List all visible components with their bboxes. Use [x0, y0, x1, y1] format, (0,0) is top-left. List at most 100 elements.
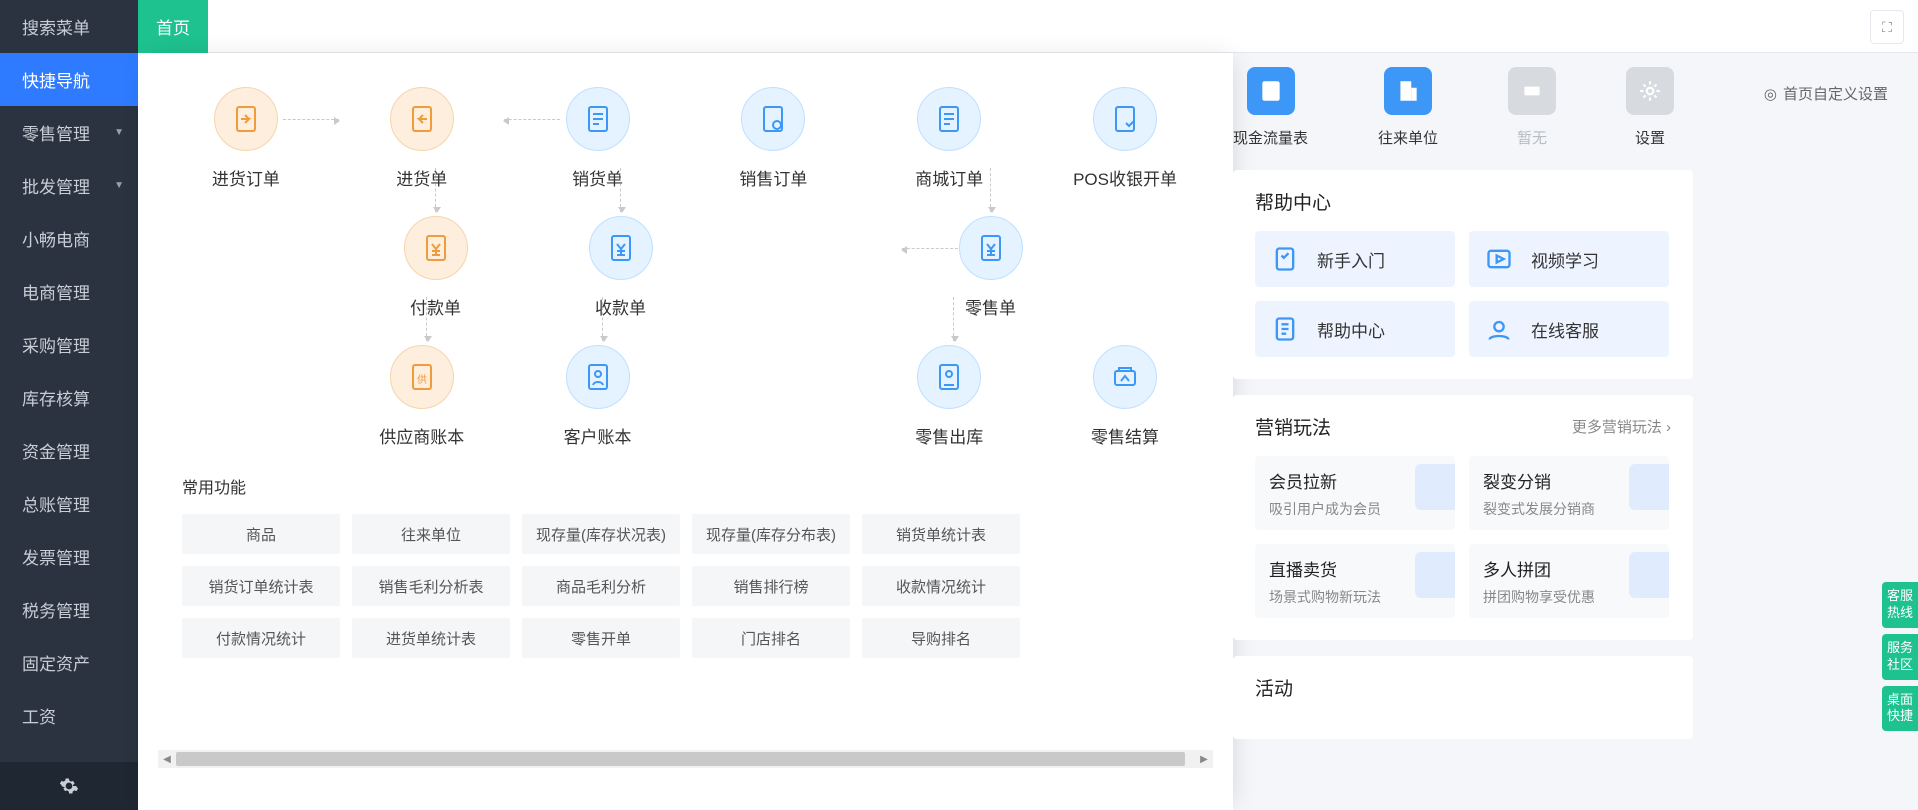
gear-icon [59, 776, 79, 796]
sidebar-label: 固定资产 [22, 650, 90, 675]
sidebar-item-assets[interactable]: 固定资产 [0, 636, 138, 689]
common-btn[interactable]: 门店排名 [692, 618, 850, 658]
badge-community[interactable]: 服务社区 [1882, 634, 1918, 680]
more-link[interactable]: 更多营销玩法 › [1572, 416, 1671, 437]
panel-title-text: 活动 [1255, 674, 1293, 701]
scroll-track[interactable] [176, 750, 1195, 768]
sidebar-label: 总账管理 [22, 491, 90, 516]
scroll-left-icon[interactable]: ◀ [158, 750, 176, 768]
common-btn[interactable]: 销货单统计表 [862, 514, 1020, 554]
outbound-icon [917, 345, 981, 409]
common-btn[interactable]: 销售毛利分析表 [352, 566, 510, 606]
help-btn-video[interactable]: 视频学习 [1469, 231, 1669, 287]
flow-node-purchase-order[interactable]: 进货订单 [158, 87, 334, 190]
scroll-right-icon[interactable]: ▶ [1195, 750, 1213, 768]
arrow-icon [504, 119, 560, 120]
money-icon [404, 216, 468, 280]
sidebar-item-tax[interactable]: 税务管理 [0, 583, 138, 636]
flow-node-retail-bill[interactable]: 零售单 [898, 216, 1083, 319]
quickicon-partner[interactable]: 往来单位 [1378, 67, 1438, 148]
sidebar-label: 电商管理 [22, 279, 90, 304]
sidebar-item-purchase[interactable]: 采购管理 [0, 318, 138, 371]
arrow-icon [620, 168, 621, 212]
common-btn[interactable]: 往来单位 [352, 514, 510, 554]
common-btn[interactable]: 销售排行榜 [692, 566, 850, 606]
settlement-icon [1093, 345, 1157, 409]
marketing-card[interactable]: 多人拼团拼团购物享受优惠 [1469, 544, 1669, 618]
flow-node-mall-order[interactable]: 商城订单 [861, 87, 1037, 190]
marketing-card[interactable]: 裂变分销裂变式发展分销商 [1469, 456, 1669, 530]
flow-node-receipt[interactable]: 收款单 [528, 216, 713, 319]
common-btn[interactable]: 进货单统计表 [352, 618, 510, 658]
quickicon-empty[interactable]: 暂无 [1508, 67, 1556, 148]
flow-node-payment[interactable]: 付款单 [343, 216, 528, 319]
sidebar-item-retail[interactable]: 零售管理▼ [0, 106, 138, 159]
card-bg-icon [1629, 464, 1669, 510]
sidebar-item-ecommerce[interactable]: 电商管理 [0, 265, 138, 318]
common-btn[interactable]: 现存量(库存分布表) [692, 514, 850, 554]
flow-node-sales-order[interactable]: 销售订单 [685, 87, 861, 190]
flow-label: 销售订单 [739, 165, 807, 190]
flow-node-supplier-book[interactable]: 供 供应商账本 [334, 345, 510, 448]
panel-title-text: 营销玩法 [1255, 413, 1331, 440]
sidebar-item-xiaochang[interactable]: 小畅电商 [0, 212, 138, 265]
common-btn[interactable]: 商品毛利分析 [522, 566, 680, 606]
custom-homepage-link[interactable]: ◎ 首页自定义设置 [1764, 83, 1888, 104]
common-btn[interactable]: 零售开单 [522, 618, 680, 658]
document-check-icon [1093, 87, 1157, 151]
sidebar-item-search[interactable]: 搜索菜单 [0, 0, 138, 53]
arrow-icon [283, 119, 339, 120]
checklist-icon [566, 87, 630, 151]
sidebar-item-invoice[interactable]: 发票管理 [0, 530, 138, 583]
arrow-icon [602, 297, 603, 341]
common-btn[interactable]: 销货订单统计表 [182, 566, 340, 606]
sidebar-label: 税务管理 [22, 597, 90, 622]
flow-node-retail-settle[interactable]: 零售结算 [1037, 345, 1213, 448]
flow-node-retail-out[interactable]: 零售出库 [861, 345, 1037, 448]
sidebar-item-funds[interactable]: 资金管理 [0, 424, 138, 477]
tab-home[interactable]: 首页 [138, 0, 208, 53]
quickicon-settings[interactable]: 设置 [1626, 67, 1674, 148]
flow-node-sales-bill[interactable]: 销货单 [510, 87, 686, 190]
flow-row-2: 付款单 收款单 零售单 [158, 216, 1213, 319]
common-functions-grid: 商品 往来单位 现存量(库存状况表) 现存量(库存分布表) 销货单统计表 销货订… [158, 514, 1213, 658]
marketing-card[interactable]: 直播卖货场景式购物新玩法 [1255, 544, 1455, 618]
flow-label: POS收银开单 [1073, 165, 1177, 190]
flow-label: 零售出库 [915, 423, 983, 448]
common-btn[interactable]: 商品 [182, 514, 340, 554]
quicknav-flyout: 进货订单 进货单 销货单 销售订单 商城订单 POS收银开单 [138, 53, 1233, 810]
scroll-thumb[interactable] [176, 752, 1185, 766]
flow-node-pos[interactable]: POS收银开单 [1037, 87, 1213, 190]
fullscreen-button[interactable]: ⛶ [1870, 10, 1904, 44]
sidebar-item-wholesale[interactable]: 批发管理▼ [0, 159, 138, 212]
common-btn[interactable]: 收款情况统计 [862, 566, 1020, 606]
help-panel: 帮助中心 新手入门 视频学习 帮助中心 在线客服 [1233, 170, 1693, 379]
flow-node-customer-book[interactable]: 客户账本 [510, 345, 686, 448]
sidebar-item-quicknav[interactable]: 快捷导航 [0, 53, 138, 106]
sidebar-item-salary[interactable]: 工资 [0, 689, 138, 742]
report-icon [1247, 67, 1295, 115]
common-btn[interactable]: 付款情况统计 [182, 618, 340, 658]
help-btn-support[interactable]: 在线客服 [1469, 301, 1669, 357]
target-icon: ◎ [1764, 85, 1777, 103]
play-icon [1485, 245, 1513, 273]
horizontal-scrollbar[interactable]: ◀ ▶ [158, 750, 1213, 768]
marketing-card[interactable]: 会员拉新吸引用户成为会员 [1255, 456, 1455, 530]
common-btn[interactable]: 导购排名 [862, 618, 1020, 658]
arrow-icon [435, 168, 436, 212]
quickicon-label: 往来单位 [1378, 127, 1438, 148]
sidebar-item-inventory[interactable]: 库存核算 [0, 371, 138, 424]
help-btn-newbie[interactable]: 新手入门 [1255, 231, 1455, 287]
quickicon-cashflow[interactable]: 现金流量表 [1233, 67, 1308, 148]
customer-icon [566, 345, 630, 409]
badge-hotline[interactable]: 客服热线 [1882, 582, 1918, 628]
badge-desktop[interactable]: 桌面快捷 [1882, 686, 1918, 732]
flow-label: 零售结算 [1091, 423, 1159, 448]
sidebar-label: 小畅电商 [22, 226, 90, 251]
help-btn-center[interactable]: 帮助中心 [1255, 301, 1455, 357]
sidebar-settings-button[interactable] [0, 762, 138, 810]
sidebar-item-ledger[interactable]: 总账管理 [0, 477, 138, 530]
sidebar-label: 快捷导航 [22, 67, 90, 92]
common-btn[interactable]: 现存量(库存状况表) [522, 514, 680, 554]
flow-node-purchase-bill[interactable]: 进货单 [334, 87, 510, 190]
